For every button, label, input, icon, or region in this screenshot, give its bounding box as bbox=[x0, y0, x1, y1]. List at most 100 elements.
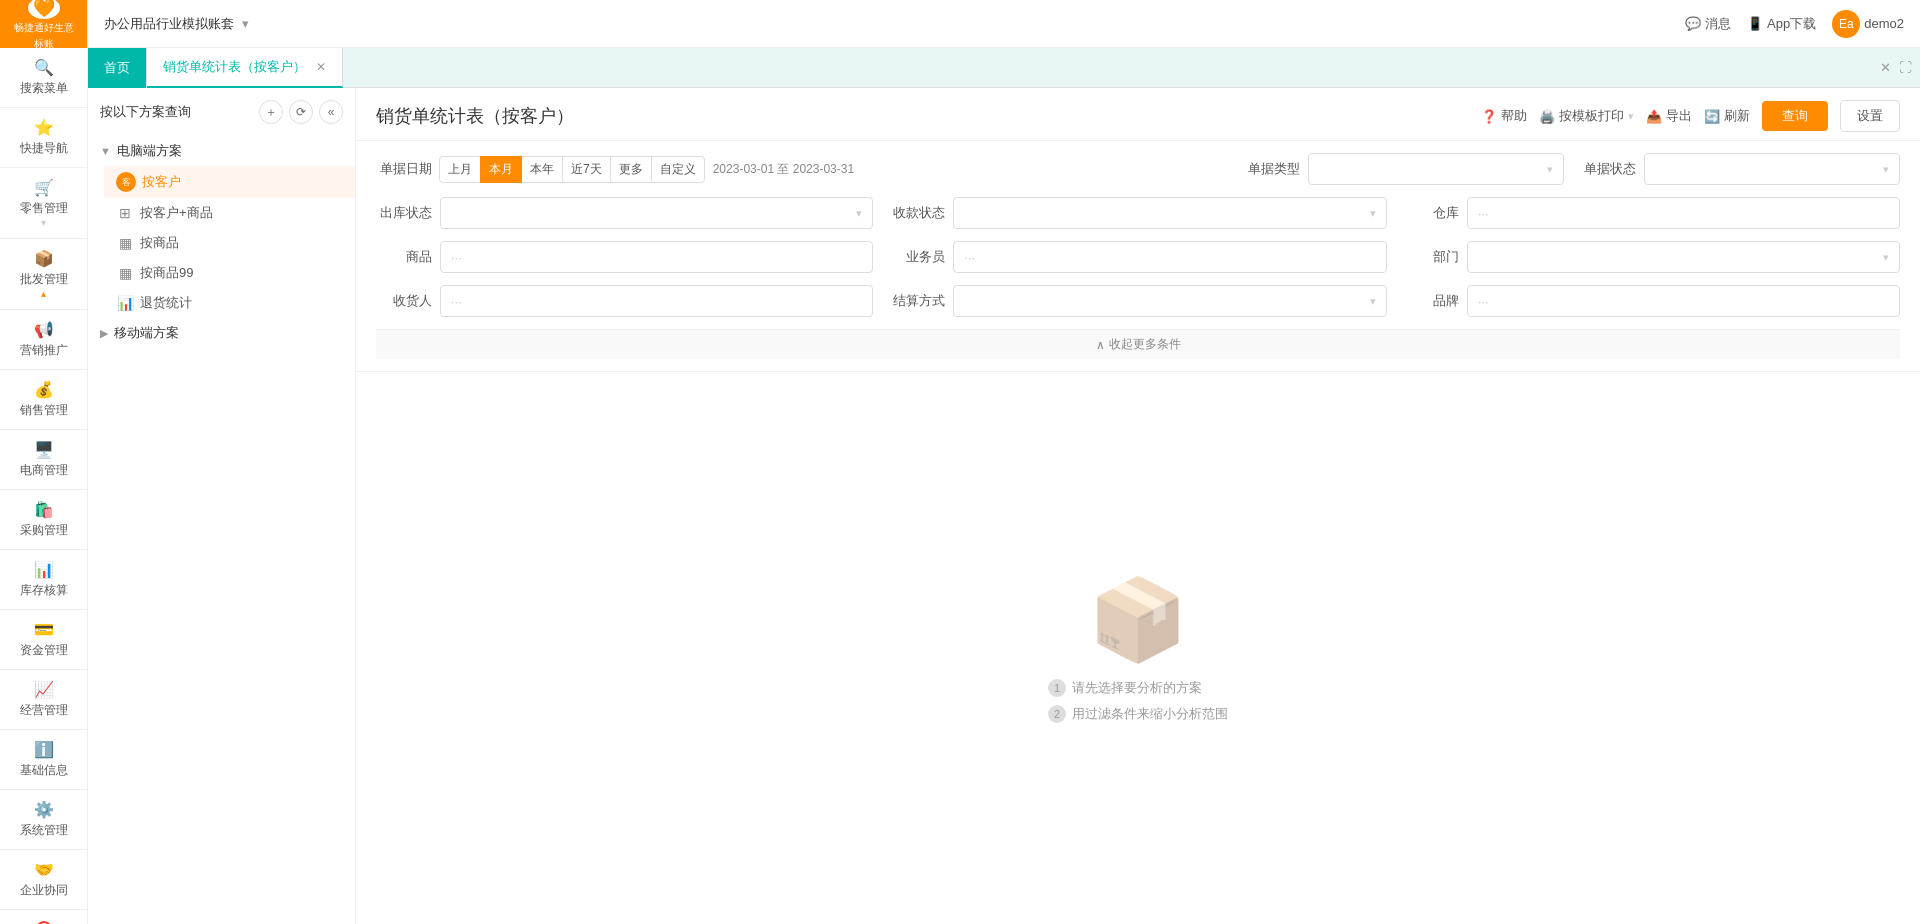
tab-home[interactable]: 首页 bbox=[88, 48, 147, 88]
doc-type-select[interactable]: ▾ bbox=[1308, 153, 1564, 185]
sidebar-item-ecommerce[interactable]: 🖥️ 电商管理 bbox=[0, 430, 87, 490]
settings-btn[interactable]: 设置 bbox=[1840, 100, 1900, 132]
sidebar-item-search[interactable]: 🔍 搜索菜单 bbox=[0, 48, 87, 108]
sidebar-item-system[interactable]: ⚙️ 系统管理 bbox=[0, 790, 87, 850]
department-label: 部门 bbox=[1403, 248, 1459, 266]
filter-row-4: 收货人 ··· 结算方式 ▾ 品牌 bbox=[376, 285, 1900, 317]
quicknav-icon: ⭐ bbox=[34, 118, 54, 137]
collapse-filter-btn[interactable]: ∧ 收起更多条件 bbox=[376, 329, 1900, 359]
sidebar-item-finance[interactable]: 💳 资金管理 bbox=[0, 610, 87, 670]
query-btn[interactable]: 查询 bbox=[1762, 101, 1828, 131]
tree-item-return-stat[interactable]: 📊 退货统计 bbox=[104, 288, 355, 318]
tab-close-btn[interactable]: ✕ bbox=[316, 60, 326, 74]
doc-status-select[interactable]: ▾ bbox=[1644, 153, 1900, 185]
date-tab-custom[interactable]: 自定义 bbox=[651, 156, 705, 183]
sales-icon: 💰 bbox=[34, 380, 54, 399]
sidebar-item-retail[interactable]: 🛒 零售管理 ▾ bbox=[0, 168, 87, 239]
by-product99-label: 按商品99 bbox=[140, 264, 193, 282]
collapse-panel-btn[interactable]: « bbox=[319, 100, 343, 124]
salesperson-input[interactable]: ··· bbox=[953, 241, 1386, 273]
app-download-btn[interactable]: 📱 App下载 bbox=[1747, 15, 1816, 33]
date-label: 单据日期 bbox=[376, 160, 432, 178]
product-input[interactable]: ··· bbox=[440, 241, 873, 273]
tab-sales-stat[interactable]: 销货单统计表（按客户） ✕ bbox=[147, 48, 343, 88]
export-icon: 📤 bbox=[1646, 109, 1662, 124]
filter-receiver: 收货人 ··· bbox=[376, 285, 873, 317]
sidebar-search-label: 搜索菜单 bbox=[20, 80, 68, 97]
content: 按以下方案查询 ＋ ⟳ « ▼ 电脑端方案 bbox=[88, 88, 1920, 924]
maximize-window-btn[interactable]: ⛶ bbox=[1899, 60, 1912, 75]
topbar-dropdown-arrow[interactable]: ▾ bbox=[242, 16, 249, 31]
date-tab-7days[interactable]: 近7天 bbox=[562, 156, 611, 183]
by-customer-label: 按客户 bbox=[142, 173, 181, 191]
department-select[interactable]: ▾ bbox=[1467, 241, 1900, 273]
filter-warehouse: 仓库 ··· bbox=[1403, 197, 1900, 229]
warehouse-input[interactable]: ··· bbox=[1467, 197, 1900, 229]
brand-input[interactable]: ··· bbox=[1467, 285, 1900, 317]
user-profile-btn[interactable]: Ea demo2 bbox=[1832, 10, 1904, 38]
settlement-select[interactable]: ▾ bbox=[953, 285, 1386, 317]
help-btn[interactable]: ❓ 帮助 bbox=[1481, 107, 1527, 125]
add-scheme-btn[interactable]: ＋ bbox=[259, 100, 283, 124]
salesperson-label: 业务员 bbox=[889, 248, 945, 266]
app-name: 畅捷通好生意 bbox=[14, 21, 74, 35]
tree-item-by-product[interactable]: ▦ 按商品 bbox=[104, 228, 355, 258]
date-tab-this-year[interactable]: 本年 bbox=[521, 156, 563, 183]
sidebar-item-basic[interactable]: ℹ️ 基础信息 bbox=[0, 730, 87, 790]
refresh-btn[interactable]: 🔄 刷新 bbox=[1704, 107, 1750, 125]
export-btn[interactable]: 📤 导出 bbox=[1646, 107, 1692, 125]
close-window-btn[interactable]: ✕ bbox=[1880, 60, 1891, 75]
print-label: 按模板打印 bbox=[1559, 107, 1624, 125]
tree-item-by-product99[interactable]: ▦ 按商品99 bbox=[104, 258, 355, 288]
out-status-select[interactable]: ▾ bbox=[440, 197, 873, 229]
filter-date: 单据日期 上月 本月 本年 近7天 更多 自定义 2023-03-01 至 20… bbox=[376, 156, 1228, 183]
sidebar-item-operation[interactable]: 📈 经营管理 bbox=[0, 670, 87, 730]
sidebar-item-purchase[interactable]: 🛍️ 采购管理 bbox=[0, 490, 87, 550]
tab-sales-stat-label: 销货单统计表（按客户） bbox=[163, 58, 306, 76]
tree-item-by-customer-product[interactable]: ⊞ 按客户+商品 bbox=[104, 198, 355, 228]
app-logo[interactable]: 🧡 畅捷通好生意 标账 bbox=[0, 0, 87, 48]
left-panel-header: 按以下方案查询 ＋ ⟳ « bbox=[88, 88, 355, 132]
tree-desktop-section[interactable]: ▼ 电脑端方案 bbox=[88, 136, 355, 166]
date-tab-this-month[interactable]: 本月 bbox=[480, 156, 522, 183]
filter-doc-status: 单据状态 ▾ bbox=[1580, 153, 1900, 185]
receipt-status-arrow: ▾ bbox=[1370, 207, 1376, 220]
tabbar: 首页 销货单统计表（按客户） ✕ ✕ ⛶ bbox=[88, 48, 1920, 88]
sidebar-nav-label: 快捷导航 bbox=[20, 140, 68, 157]
left-panel-actions: ＋ ⟳ « bbox=[259, 100, 343, 124]
message-btn[interactable]: 💬 消息 bbox=[1685, 15, 1731, 33]
sidebar-item-wholesale[interactable]: 📦 批发管理 ▴ bbox=[0, 239, 87, 310]
sidebar-item-newuser[interactable]: 🎯 新手引导 bbox=[0, 910, 87, 924]
date-tabs: 上月 本月 本年 近7天 更多 自定义 bbox=[440, 156, 705, 183]
empty-tip-1: 1 请先选择要分析的方案 bbox=[1048, 679, 1228, 697]
by-product99-icon: ▦ bbox=[116, 264, 134, 282]
receipt-status-select[interactable]: ▾ bbox=[953, 197, 1386, 229]
sidebar-item-enterprise[interactable]: 🤝 企业协同 bbox=[0, 850, 87, 910]
tip1-text: 请先选择要分析的方案 bbox=[1072, 679, 1202, 697]
wholesale-icon: 📦 bbox=[34, 249, 54, 268]
receiver-input[interactable]: ··· bbox=[440, 285, 873, 317]
marketing-label: 营销推广 bbox=[20, 342, 68, 359]
refresh-scheme-btn[interactable]: ⟳ bbox=[289, 100, 313, 124]
print-btn[interactable]: 🖨️ 按模板打印 ▾ bbox=[1539, 107, 1634, 125]
settlement-label: 结算方式 bbox=[889, 292, 945, 310]
sidebar: 🧡 畅捷通好生意 标账 🔍 搜索菜单 ⭐ 快捷导航 🛒 零售管理 ▾ 📦 批发管… bbox=[0, 0, 88, 924]
sidebar-item-inventory[interactable]: 📊 库存核算 bbox=[0, 550, 87, 610]
sidebar-item-sales[interactable]: 💰 销售管理 bbox=[0, 370, 87, 430]
inventory-label: 库存核算 bbox=[20, 582, 68, 599]
tree-expand-icon: ▼ bbox=[100, 145, 111, 157]
tree-mobile-section[interactable]: ▶ 移动端方案 bbox=[88, 318, 355, 348]
ecommerce-label: 电商管理 bbox=[20, 462, 68, 479]
date-tab-last-month[interactable]: 上月 bbox=[439, 156, 481, 183]
main-area: 办公用品行业模拟账套 ▾ 💬 消息 📱 App下载 Ea demo2 首页 bbox=[88, 0, 1920, 924]
sidebar-item-quicknav[interactable]: ⭐ 快捷导航 bbox=[0, 108, 87, 168]
by-product-icon: ▦ bbox=[116, 234, 134, 252]
receipt-status-label: 收款状态 bbox=[889, 204, 945, 222]
sidebar-item-marketing[interactable]: 📢 营销推广 bbox=[0, 310, 87, 370]
ecommerce-icon: 🖥️ bbox=[34, 440, 54, 459]
tree-desktop-children: 客 按客户 ⊞ 按客户+商品 ▦ 按商品 ▦ 按商品99 bbox=[88, 166, 355, 318]
date-tab-more[interactable]: 更多 bbox=[610, 156, 652, 183]
tree-item-by-customer[interactable]: 客 按客户 bbox=[104, 166, 355, 198]
tree-mobile-label: 移动端方案 bbox=[114, 324, 179, 342]
tree-desktop-label: 电脑端方案 bbox=[117, 142, 182, 160]
